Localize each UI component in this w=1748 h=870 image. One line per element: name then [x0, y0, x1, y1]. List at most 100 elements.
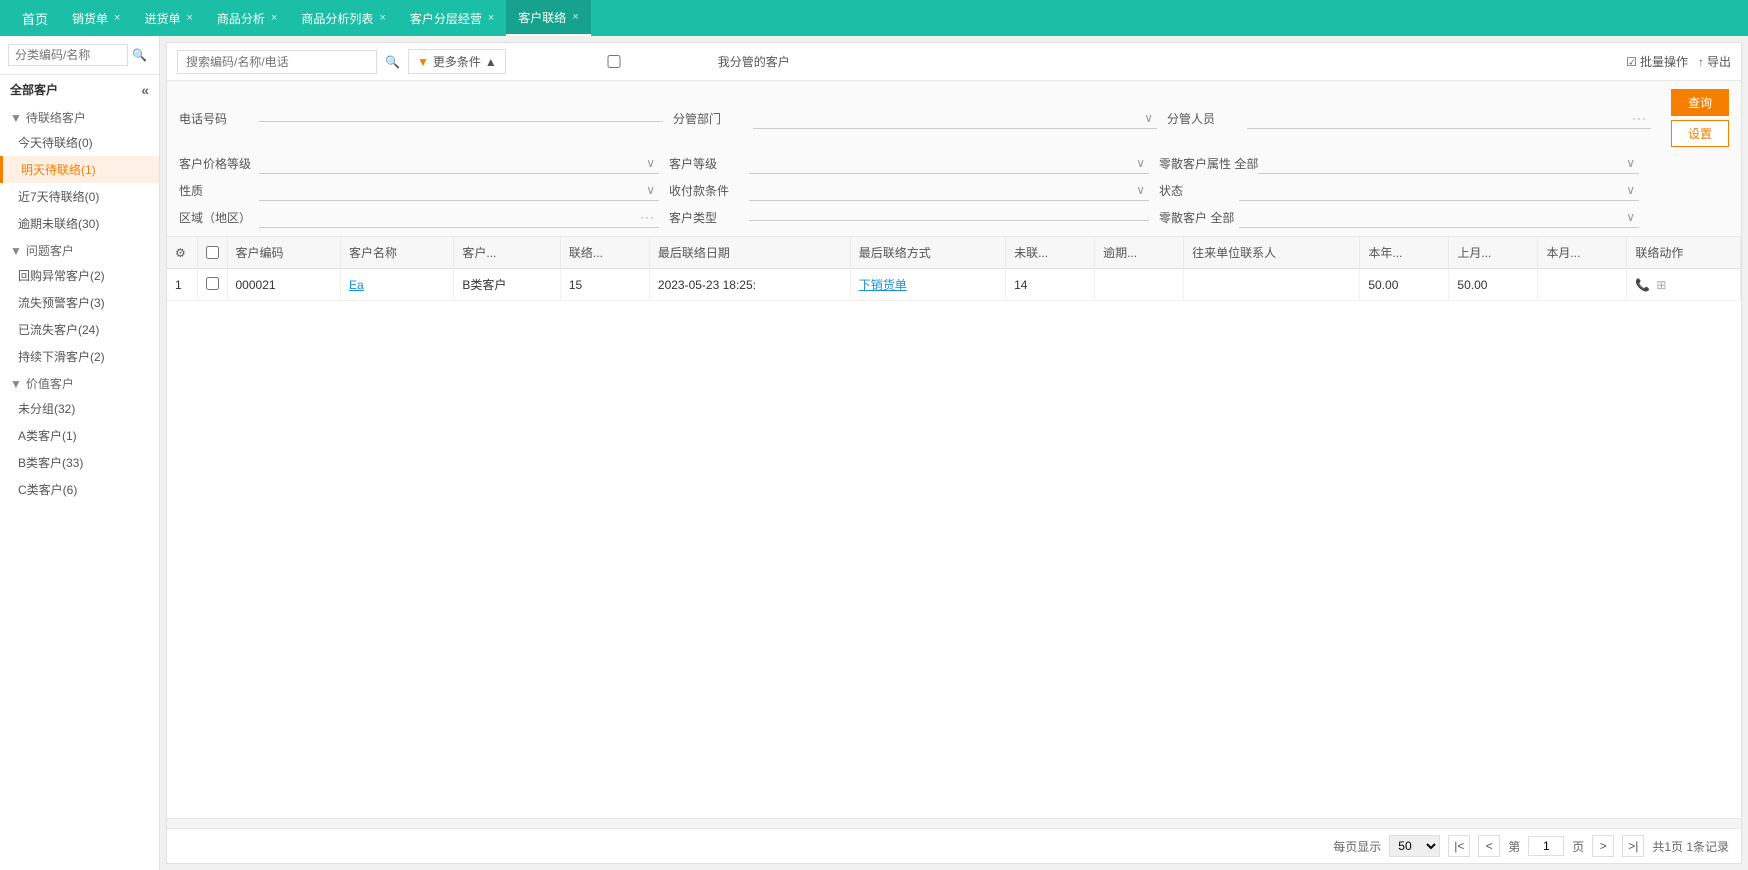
- triangle-icon: ▼: [10, 377, 22, 391]
- sidebar-item-class-c[interactable]: C类客户(6): [0, 476, 159, 503]
- col-action[interactable]: 联络动作: [1627, 237, 1741, 269]
- footer-bar: 每页显示 50 100 200 |< < 第 页 > >| 共1页 1条记录: [167, 828, 1741, 863]
- sidebar-item-class-a[interactable]: A类客户(1): [0, 422, 159, 449]
- sidebar-item-churned[interactable]: 已流失客户(24): [0, 316, 159, 343]
- prev-page-button[interactable]: <: [1478, 835, 1500, 857]
- col-contact-person[interactable]: 往来单位联系人: [1184, 237, 1360, 269]
- col-overdue[interactable]: 逾期...: [1095, 237, 1184, 269]
- action-phone-icon[interactable]: 📞: [1635, 278, 1650, 292]
- filter-row-2: 客户价格等级 ∨ 客户等级 ∨ 零散客户属性 全部 ∨: [179, 153, 1729, 174]
- sidebar-item-abnormal[interactable]: 回购异常客户(2): [0, 262, 159, 289]
- sidebar-search-area: 🔍: [0, 36, 159, 75]
- next-page-button[interactable]: >: [1592, 835, 1614, 857]
- customer-level-input[interactable]: ∨: [749, 153, 1149, 174]
- col-last-date[interactable]: 最后联络日期: [649, 237, 850, 269]
- sidebar-item-ungrouped[interactable]: 未分组(32): [0, 395, 159, 422]
- col-last-method[interactable]: 最后联络方式: [850, 237, 1005, 269]
- sidebar-item-overdue[interactable]: 逾期未联络(30): [0, 210, 159, 237]
- page-number-input[interactable]: [1528, 836, 1564, 856]
- close-icon[interactable]: ×: [186, 12, 192, 24]
- gender-input[interactable]: ∨: [259, 180, 659, 201]
- nav-item-customer-segment[interactable]: 客户分层经营 ×: [398, 0, 506, 36]
- sidebar-item-churn-warning[interactable]: 流失预警客户(3): [0, 289, 159, 316]
- col-checkbox[interactable]: [197, 237, 227, 269]
- col-last-month[interactable]: 上月...: [1449, 237, 1538, 269]
- payment-input[interactable]: ∨: [749, 180, 1149, 201]
- sidebar-item-declining[interactable]: 持续下滑客户(2): [0, 343, 159, 370]
- customer-type-input[interactable]: [749, 214, 1149, 221]
- caret-icon: ∨: [1626, 156, 1635, 170]
- sidebar-item-class-b[interactable]: B类客户(33): [0, 449, 159, 476]
- settings-button[interactable]: 设置: [1671, 120, 1729, 147]
- nav-item-sales[interactable]: 销货单 ×: [60, 0, 132, 36]
- group-value-customers: ▼ 价值客户: [0, 370, 159, 395]
- search-icon[interactable]: 🔍: [132, 48, 147, 62]
- collapse-icon[interactable]: «: [141, 82, 149, 98]
- nav-item-purchase[interactable]: 进货单 ×: [132, 0, 204, 36]
- row-name[interactable]: Ea: [340, 269, 453, 301]
- more-conditions-button[interactable]: ▼ 更多条件 ▲: [408, 49, 506, 74]
- my-customers-checkbox-label[interactable]: 我分管的客户: [514, 53, 790, 70]
- top-nav: 首页 销货单 × 进货单 × 商品分析 × 商品分析列表 × 客户分层经营 × …: [0, 0, 1748, 36]
- filter-row-1: 电话号码 分管部门 ∨ 分管人员 ··· 查询 设置: [179, 89, 1729, 147]
- page-unit: 页: [1572, 838, 1584, 855]
- close-icon[interactable]: ×: [114, 12, 120, 24]
- close-icon[interactable]: ×: [271, 12, 277, 24]
- nav-item-analysis-list[interactable]: 商品分析列表 ×: [289, 0, 397, 36]
- action-more-icon[interactable]: ⊞: [1656, 278, 1666, 292]
- col-type[interactable]: 客户...: [454, 237, 560, 269]
- last-page-button[interactable]: >|: [1622, 835, 1644, 857]
- row-action-cell[interactable]: 📞 ⊞: [1627, 269, 1741, 301]
- customer-name-link[interactable]: Ea: [349, 278, 364, 292]
- col-name[interactable]: 客户名称: [340, 237, 453, 269]
- search-input[interactable]: [177, 50, 377, 74]
- select-all-checkbox[interactable]: [206, 246, 219, 259]
- all-customers-header[interactable]: 全部客户 «: [0, 75, 159, 104]
- status-input[interactable]: ∨: [1239, 180, 1639, 201]
- first-page-button[interactable]: |<: [1448, 835, 1470, 857]
- close-icon[interactable]: ×: [488, 12, 494, 24]
- filter-row-4: 区域（地区） ··· 客户类型 零散客户 全部 ∨: [179, 207, 1729, 228]
- col-this-month[interactable]: 本月...: [1538, 237, 1627, 269]
- nav-item-customer-contact[interactable]: 客户联络 ×: [506, 0, 590, 36]
- per-page-select[interactable]: 50 100 200: [1389, 835, 1440, 857]
- search-button[interactable]: 🔍: [385, 55, 400, 69]
- batch-operation-button[interactable]: ☑ 批量操作: [1626, 53, 1688, 70]
- filter-actions: 查询 设置: [1671, 89, 1729, 147]
- row-last-method[interactable]: 下销货单: [850, 269, 1005, 301]
- horizontal-scrollbar[interactable]: [167, 818, 1741, 828]
- row-checkbox-cell[interactable]: [197, 269, 227, 301]
- row-checkbox[interactable]: [206, 277, 219, 290]
- col-code[interactable]: 客户编码: [227, 237, 340, 269]
- filter-retail-attr: 零散客户属性 全部 ∨: [1159, 153, 1639, 174]
- col-this-year[interactable]: 本年...: [1360, 237, 1449, 269]
- nav-item-analysis[interactable]: 商品分析 ×: [205, 0, 289, 36]
- col-no-contact[interactable]: 未联...: [1006, 237, 1095, 269]
- caret-icon: ∨: [1136, 156, 1145, 170]
- close-icon[interactable]: ×: [379, 12, 385, 24]
- export-button[interactable]: ↑ 导出: [1698, 53, 1731, 70]
- col-contact-count[interactable]: 联络...: [560, 237, 649, 269]
- region-input[interactable]: ···: [259, 207, 659, 228]
- sidebar-search-input[interactable]: [8, 44, 128, 66]
- settings-icon[interactable]: ⚙: [175, 246, 186, 260]
- col-settings[interactable]: ⚙: [167, 237, 197, 269]
- price-level-input[interactable]: ∨: [259, 153, 659, 174]
- my-customers-checkbox[interactable]: [514, 55, 714, 68]
- all-customers-label: 全部客户: [10, 81, 58, 98]
- sidebar-item-tomorrow[interactable]: 明天待联络(1): [0, 156, 159, 183]
- nav-home[interactable]: 首页: [10, 0, 60, 36]
- retail-customer-input[interactable]: ∨: [1239, 207, 1639, 228]
- close-icon[interactable]: ×: [572, 11, 578, 23]
- filter-customer-level: 客户等级 ∨: [669, 153, 1149, 174]
- query-button[interactable]: 查询: [1671, 89, 1729, 116]
- manager-input[interactable]: ···: [1247, 108, 1651, 129]
- phone-input[interactable]: [259, 115, 663, 122]
- filter-manager: 分管人员 ···: [1167, 108, 1651, 129]
- last-method-link[interactable]: 下销货单: [859, 278, 907, 292]
- dept-input[interactable]: ∨: [753, 108, 1157, 129]
- caret-up-icon: ▲: [485, 55, 497, 69]
- sidebar-item-today[interactable]: 今天待联络(0): [0, 129, 159, 156]
- retail-attr-input[interactable]: ∨: [1258, 153, 1639, 174]
- sidebar-item-7days[interactable]: 近7天待联络(0): [0, 183, 159, 210]
